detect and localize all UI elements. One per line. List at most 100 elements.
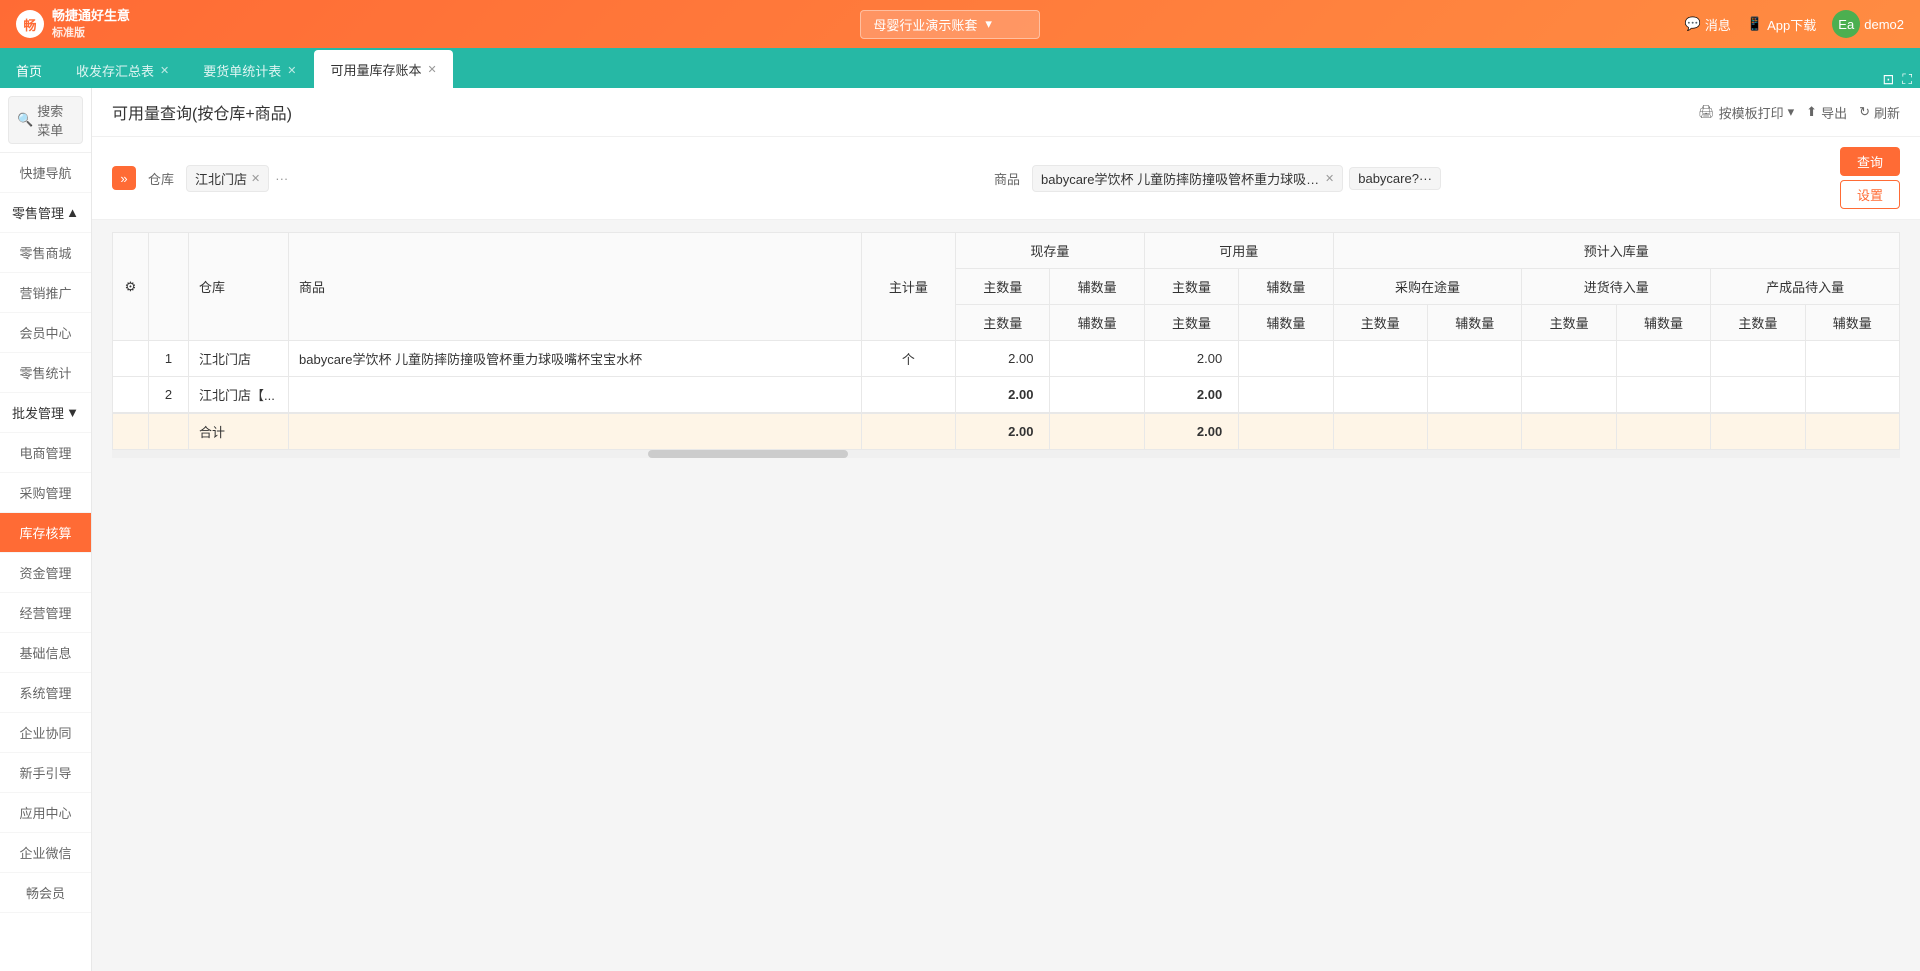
sidebar-item-wholesale-mgmt[interactable]: 批发管理 ▼ xyxy=(0,393,91,433)
sidebar-item-retail-mgmt[interactable]: 零售管理 ▲ xyxy=(0,193,91,233)
row2-available-main: 2.00 xyxy=(1144,377,1238,414)
tab-available-ledger-close[interactable]: ✕ xyxy=(428,63,437,76)
tab-order-stats-close[interactable]: ✕ xyxy=(287,64,296,77)
footer-purchase-aux xyxy=(1428,413,1522,450)
top-header: 畅 畅捷通好生意 标准版 母婴行业演示账套 ▾ 💬 消息 📱 App下载 Ea … xyxy=(0,0,1920,48)
app-download-icon: 📱 xyxy=(1747,16,1763,32)
sidebar-item-quick-nav[interactable]: 快捷导航 xyxy=(0,153,91,193)
sidebar-item-retail-stats[interactable]: 零售统计 xyxy=(0,353,91,393)
row2-current-main: 2.00 xyxy=(956,377,1050,414)
row1-production-aux xyxy=(1805,341,1899,377)
tenant-area: 母婴行业演示账套 ▾ xyxy=(216,10,1685,39)
message-icon: 💬 xyxy=(1685,16,1701,32)
setting-button[interactable]: 设置 xyxy=(1840,180,1900,209)
sidebar-item-finance[interactable]: 资金管理 xyxy=(0,553,91,593)
page-title: 可用量查询(按仓库+商品) xyxy=(112,100,292,124)
row2-warehouse: 江北门店【... xyxy=(189,377,289,414)
row1-no: 1 xyxy=(149,341,189,377)
tab-window-controls: ⊡ ⛶ xyxy=(1882,71,1920,88)
product-tag-1-close[interactable]: ✕ xyxy=(1325,172,1334,185)
sidebar-item-basic-info[interactable]: 基础信息 xyxy=(0,633,91,673)
col-main-unit-header: 主计量 xyxy=(861,233,955,341)
tab-receive-summary[interactable]: 收发存汇总表 ✕ xyxy=(60,52,185,88)
row2-production-main xyxy=(1711,377,1805,414)
row2-current-aux xyxy=(1050,377,1144,414)
tab-home[interactable]: 首页 xyxy=(0,52,58,88)
filter-expand-btn[interactable]: » xyxy=(112,166,136,190)
tab-available-ledger[interactable]: 可用量库存账本 ✕ xyxy=(314,50,452,88)
table-scrollbar[interactable] xyxy=(112,450,1900,458)
col-incoming-header: 进货待入量 xyxy=(1522,269,1711,305)
refresh-btn[interactable]: ↻ 刷新 xyxy=(1859,103,1900,122)
scroll-thumb[interactable] xyxy=(648,450,848,458)
sidebar-item-operations[interactable]: 经营管理 xyxy=(0,593,91,633)
sidebar-search-label: 搜索菜单 xyxy=(37,101,74,139)
row1-current-aux xyxy=(1050,341,1144,377)
sidebar-item-member[interactable]: 畅会员 xyxy=(0,873,91,913)
sidebar-item-new-guide[interactable]: 新手引导 xyxy=(0,753,91,793)
row1-incoming-main xyxy=(1522,341,1616,377)
tab-order-stats[interactable]: 要货单统计表 ✕ xyxy=(187,52,312,88)
col-purchase-in-transit-header: 采购在途量 xyxy=(1333,269,1522,305)
window-restore-icon[interactable]: ⊡ xyxy=(1882,71,1894,88)
sidebar-item-app-center[interactable]: 应用中心 xyxy=(0,793,91,833)
sidebar-item-retail-mall[interactable]: 零售商城 xyxy=(0,233,91,273)
product-tag-1[interactable]: babycare学饮杯 儿童防摔防撞吸管杯重力球吸嘴杯宝宝水杯 ✕ xyxy=(1032,165,1343,192)
app-name: 畅捷通好生意 xyxy=(52,8,130,24)
main-layout: 🔍 搜索菜单 快捷导航 零售管理 ▲ 零售商城 营销推广 会员中心 零售统计 批… xyxy=(0,88,1920,971)
export-btn[interactable]: ⬆ 导出 xyxy=(1806,103,1847,122)
row2-unit xyxy=(861,377,955,414)
warehouse-tag[interactable]: 江北门店 ✕ xyxy=(186,165,269,192)
sidebar-item-purchase[interactable]: 采购管理 xyxy=(0,473,91,513)
app-logo: 畅 xyxy=(16,10,44,38)
print-btn[interactable]: 🖨 按模板打印 ▾ xyxy=(1698,103,1794,122)
message-label: 消息 xyxy=(1705,15,1731,34)
col-available-main-header: 主数量 xyxy=(1144,269,1238,305)
user-name: demo2 xyxy=(1864,17,1904,32)
product-tag-2[interactable]: babycare?··· xyxy=(1349,167,1441,190)
tab-available-ledger-label: 可用量库存账本 xyxy=(330,60,421,79)
tenant-selector[interactable]: 母婴行业演示账套 ▾ xyxy=(860,10,1040,39)
row1-available-main: 2.00 xyxy=(1144,341,1238,377)
sidebar-item-inventory[interactable]: 库存核算 xyxy=(0,513,91,553)
col-product-header: 商品 xyxy=(289,233,862,341)
tab-receive-summary-close[interactable]: ✕ xyxy=(160,64,169,77)
sidebar-search-area: 🔍 搜索菜单 xyxy=(0,88,91,153)
table-container: ⚙ 仓库 商品 主计量 现存量 可用量 预计入库量 主数量 辅数量 主数量 辅数… xyxy=(92,220,1920,971)
row2-product xyxy=(289,377,862,414)
export-label: 导出 xyxy=(1821,103,1847,122)
sidebar-item-member-center[interactable]: 会员中心 xyxy=(0,313,91,353)
user-avatar: Ea xyxy=(1832,10,1860,38)
warehouse-tag-close[interactable]: ✕ xyxy=(251,172,260,185)
row1-gear[interactable] xyxy=(113,341,149,377)
sidebar-item-marketing[interactable]: 营销推广 xyxy=(0,273,91,313)
row1-available-aux xyxy=(1239,341,1333,377)
user-profile[interactable]: Ea demo2 xyxy=(1832,10,1904,38)
query-button[interactable]: 查询 xyxy=(1840,147,1900,176)
chevron-down-icon: ▼ xyxy=(66,405,79,420)
chevron-up-icon: ▲ xyxy=(66,205,79,220)
warehouse-more[interactable]: ··· xyxy=(275,171,288,186)
col-production-main-sub: 主数量 xyxy=(1711,305,1805,341)
row1-unit: 个 xyxy=(861,341,955,377)
row2-purchase-main xyxy=(1333,377,1427,414)
sidebar-item-system[interactable]: 系统管理 xyxy=(0,673,91,713)
app-download-btn[interactable]: 📱 App下载 xyxy=(1747,15,1816,34)
sidebar-item-ecommerce[interactable]: 电商管理 xyxy=(0,433,91,473)
col-incoming-aux-sub: 辅数量 xyxy=(1616,305,1710,341)
col-incoming-main-sub: 主数量 xyxy=(1522,305,1616,341)
row2-gear[interactable] xyxy=(113,377,149,414)
tab-order-stats-label: 要货单统计表 xyxy=(203,61,281,80)
sidebar-item-enterprise-collab[interactable]: 企业协同 xyxy=(0,713,91,753)
tenant-name: 母婴行业演示账套 xyxy=(873,15,977,34)
content-area: 可用量查询(按仓库+商品) 🖨 按模板打印 ▾ ⬆ 导出 ↻ 刷新 xyxy=(92,88,1920,971)
export-icon: ⬆ xyxy=(1806,104,1817,120)
col-production-aux-sub: 辅数量 xyxy=(1805,305,1899,341)
window-expand-icon[interactable]: ⛶ xyxy=(1902,71,1912,88)
sidebar-item-enterprise-wechat[interactable]: 企业微信 xyxy=(0,833,91,873)
footer-incoming-main xyxy=(1522,413,1616,450)
row1-purchase-aux xyxy=(1428,341,1522,377)
sidebar-search-btn[interactable]: 🔍 搜索菜单 xyxy=(8,96,83,144)
col-available-aux-sub: 辅数量 xyxy=(1239,305,1333,341)
message-btn[interactable]: 💬 消息 xyxy=(1685,15,1731,34)
